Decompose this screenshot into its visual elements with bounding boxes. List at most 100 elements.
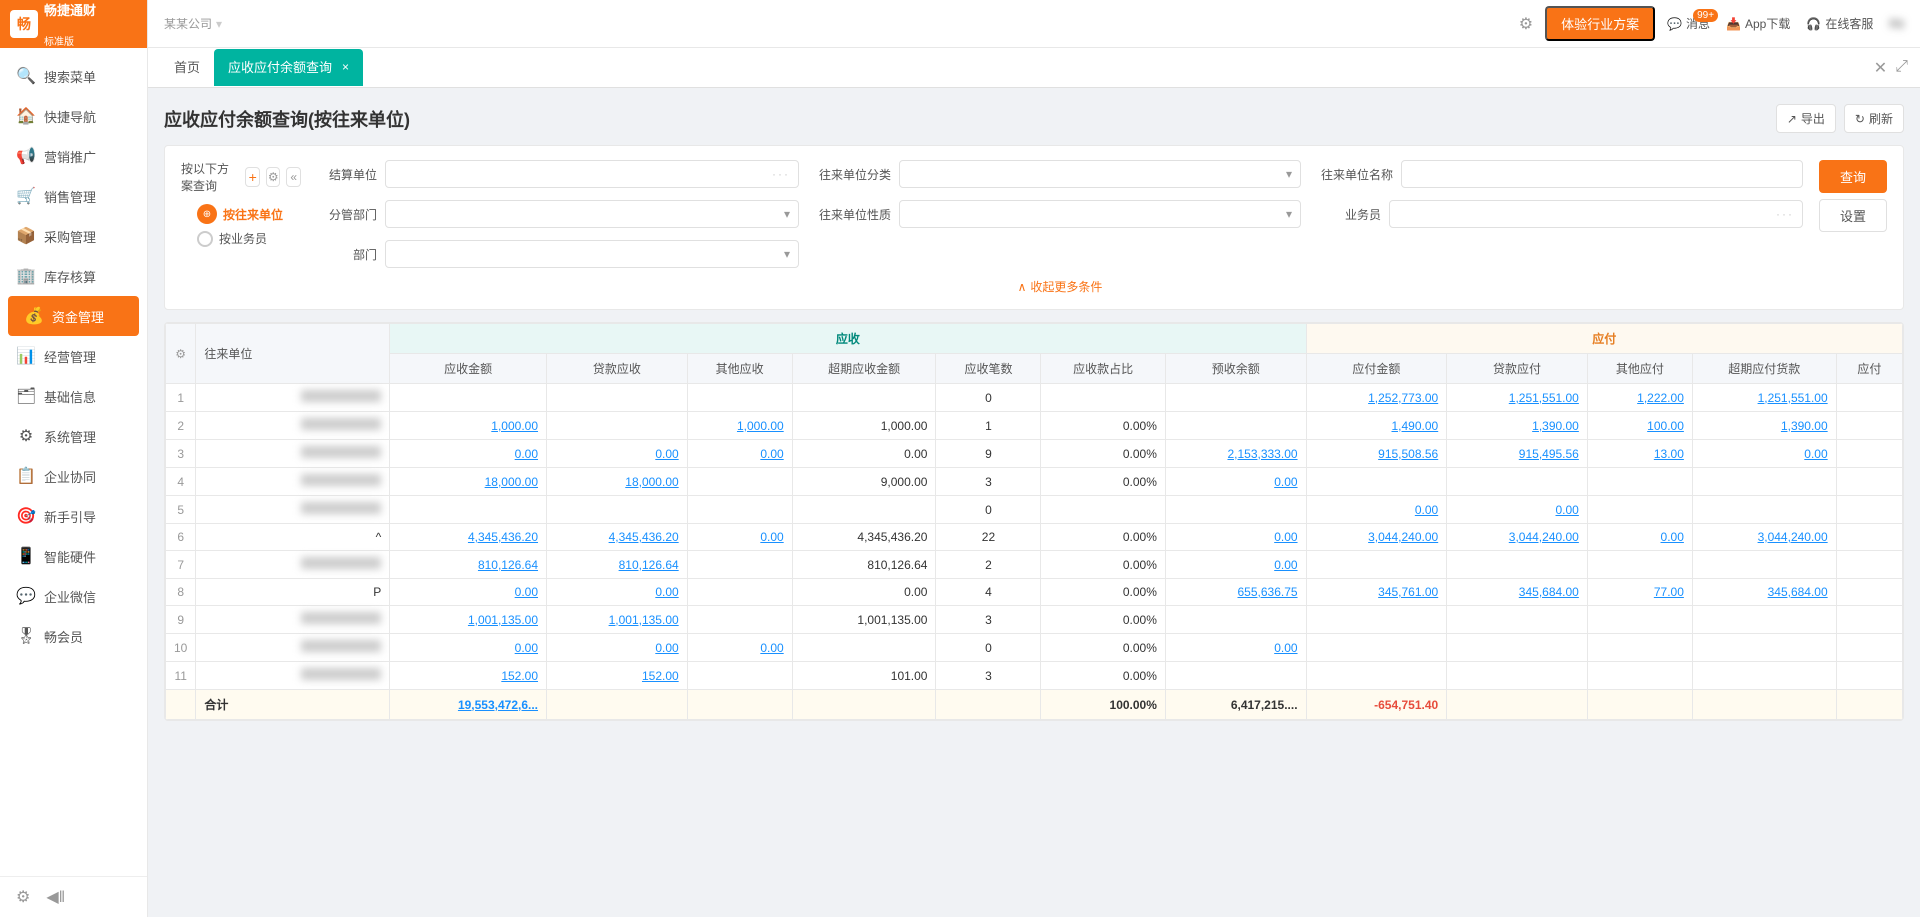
messages-action[interactable]: 💬 消息 99+ bbox=[1667, 15, 1710, 32]
table-cell[interactable] bbox=[1692, 496, 1836, 524]
table-cell[interactable]: 0.00 bbox=[1165, 551, 1306, 579]
table-cell[interactable] bbox=[1165, 496, 1306, 524]
table-cell[interactable] bbox=[1587, 662, 1692, 690]
table-cell[interactable]: 0.00 bbox=[547, 634, 688, 662]
table-cell[interactable] bbox=[1587, 606, 1692, 634]
table-cell[interactable] bbox=[1447, 606, 1588, 634]
field-dept-input[interactable]: ▾ bbox=[385, 200, 799, 228]
table-cell[interactable]: 3,044,240.00 bbox=[1692, 524, 1836, 551]
table-cell[interactable] bbox=[687, 384, 792, 412]
table-cell[interactable]: 1,252,773.00 bbox=[1306, 384, 1447, 412]
table-cell[interactable]: 915,508.56 bbox=[1306, 440, 1447, 468]
tab-query[interactable]: 应收应付余额查询 × bbox=[214, 49, 363, 86]
collapse-footer-icon[interactable]: ◀‖ bbox=[46, 887, 65, 907]
table-cell[interactable] bbox=[1165, 384, 1306, 412]
field-partner-name-input[interactable] bbox=[1401, 160, 1803, 188]
table-cell[interactable] bbox=[1692, 634, 1836, 662]
table-cell[interactable]: 0.00 bbox=[1587, 524, 1692, 551]
scheme-settings-icon[interactable]: ⚙ bbox=[266, 167, 281, 187]
table-cell[interactable]: 655,636.75 bbox=[1165, 579, 1306, 606]
table-cell[interactable]: 1,001,135.00 bbox=[547, 606, 688, 634]
table-cell[interactable] bbox=[1692, 662, 1836, 690]
table-cell[interactable]: 152.00 bbox=[390, 662, 547, 690]
table-cell[interactable]: 0.00 bbox=[687, 634, 792, 662]
table-cell[interactable]: 810,126.64 bbox=[547, 551, 688, 579]
table-cell[interactable]: 18,000.00 bbox=[547, 468, 688, 496]
field-department-input[interactable]: ▾ bbox=[385, 240, 799, 268]
query-button[interactable]: 查询 bbox=[1819, 160, 1887, 193]
promo-button[interactable]: 体验行业方案 bbox=[1545, 6, 1655, 41]
table-cell[interactable] bbox=[687, 579, 792, 606]
collapse-conditions[interactable]: ∧ 收起更多条件 bbox=[317, 278, 1803, 295]
window-expand-icon[interactable]: ⤢ bbox=[1895, 58, 1908, 78]
sidebar-item-purchase[interactable]: 📦采购管理 bbox=[0, 216, 147, 256]
table-cell[interactable]: 0.00 bbox=[390, 440, 547, 468]
table-cell[interactable] bbox=[547, 384, 688, 412]
sidebar-item-inventory[interactable]: 🏢库存核算 bbox=[0, 256, 147, 296]
table-cell[interactable]: 0.00 bbox=[1165, 468, 1306, 496]
table-cell[interactable] bbox=[687, 662, 792, 690]
field-salesperson-input[interactable]: ··· bbox=[1389, 200, 1803, 228]
table-cell[interactable]: 1,251,551.00 bbox=[1692, 384, 1836, 412]
table-cell[interactable]: 0.00 bbox=[547, 579, 688, 606]
table-cell[interactable] bbox=[687, 551, 792, 579]
collapse-scheme-icon[interactable]: « bbox=[286, 167, 301, 187]
table-cell[interactable]: 0.00 bbox=[687, 524, 792, 551]
table-cell[interactable]: 1,251,551.00 bbox=[1447, 384, 1588, 412]
table-cell[interactable] bbox=[1692, 551, 1836, 579]
sidebar-item-hardware[interactable]: 📱智能硬件 bbox=[0, 536, 147, 576]
table-cell[interactable] bbox=[1587, 634, 1692, 662]
table-cell[interactable] bbox=[687, 606, 792, 634]
table-cell[interactable] bbox=[1306, 634, 1447, 662]
sidebar-item-corp[interactable]: 📋企业协同 bbox=[0, 456, 147, 496]
add-scheme-icon[interactable]: + bbox=[245, 167, 260, 187]
tab-home[interactable]: 首页 bbox=[160, 49, 214, 86]
table-cell[interactable]: 3,044,240.00 bbox=[1306, 524, 1447, 551]
table-cell[interactable]: 13.00 bbox=[1587, 440, 1692, 468]
mode-by-partner[interactable]: ⊕ 按往来单位 bbox=[197, 204, 301, 224]
sidebar-item-quick-nav[interactable]: 🏠快捷导航 bbox=[0, 96, 147, 136]
mode-by-salesperson[interactable]: 按业务员 bbox=[197, 230, 301, 247]
sidebar-item-system[interactable]: ⚙系统管理 bbox=[0, 416, 147, 456]
table-cell[interactable] bbox=[1447, 634, 1588, 662]
table-cell[interactable]: 345,761.00 bbox=[1306, 579, 1447, 606]
table-cell[interactable]: 152.00 bbox=[547, 662, 688, 690]
table-cell[interactable] bbox=[1165, 412, 1306, 440]
table-cell[interactable] bbox=[1447, 662, 1588, 690]
table-cell[interactable]: 77.00 bbox=[1587, 579, 1692, 606]
field-settlement-input[interactable]: ··· bbox=[385, 160, 799, 188]
table-cell[interactable]: 810,126.64 bbox=[390, 551, 547, 579]
sidebar-item-search-menu[interactable]: 🔍搜索菜单 bbox=[0, 56, 147, 96]
table-cell[interactable] bbox=[687, 468, 792, 496]
field-partner-nature-input[interactable]: ▾ bbox=[899, 200, 1301, 228]
table-cell[interactable]: 1,222.00 bbox=[1587, 384, 1692, 412]
table-cell[interactable]: 4,345,436.20 bbox=[547, 524, 688, 551]
table-cell[interactable] bbox=[1306, 662, 1447, 690]
table-cell[interactable]: 0.00 bbox=[547, 440, 688, 468]
sidebar-item-guide[interactable]: 🎯新手引导 bbox=[0, 496, 147, 536]
table-cell[interactable]: 0.00 bbox=[1165, 634, 1306, 662]
table-cell[interactable]: 3,044,240.00 bbox=[1447, 524, 1588, 551]
table-cell[interactable]: 1,000.00 bbox=[687, 412, 792, 440]
field-partner-category-input[interactable]: ▾ bbox=[899, 160, 1301, 188]
sidebar-item-operations[interactable]: 📊经营管理 bbox=[0, 336, 147, 376]
table-cell[interactable]: 0.00 bbox=[687, 440, 792, 468]
table-cell[interactable] bbox=[390, 496, 547, 524]
sidebar-item-finance[interactable]: 💰资金管理 bbox=[8, 296, 139, 336]
table-cell[interactable]: 0.00 bbox=[1447, 496, 1588, 524]
table-cell[interactable] bbox=[1587, 468, 1692, 496]
table-cell[interactable]: 345,684.00 bbox=[1447, 579, 1588, 606]
table-settings-header[interactable]: ⚙ bbox=[166, 324, 196, 384]
export-button[interactable]: ↗ 导出 bbox=[1776, 104, 1836, 133]
table-cell[interactable]: 2,153,333.00 bbox=[1165, 440, 1306, 468]
table-cell[interactable]: 0.00 bbox=[390, 634, 547, 662]
table-cell[interactable]: 1,390.00 bbox=[1447, 412, 1588, 440]
table-cell[interactable] bbox=[547, 496, 688, 524]
table-cell[interactable] bbox=[687, 496, 792, 524]
table-cell[interactable] bbox=[1692, 468, 1836, 496]
table-cell[interactable]: 1,490.00 bbox=[1306, 412, 1447, 440]
sidebar-item-wechat[interactable]: 💬企业微信 bbox=[0, 576, 147, 616]
table-cell[interactable] bbox=[1587, 496, 1692, 524]
table-cell[interactable] bbox=[1306, 606, 1447, 634]
settings-button[interactable]: 设置 bbox=[1819, 199, 1887, 232]
